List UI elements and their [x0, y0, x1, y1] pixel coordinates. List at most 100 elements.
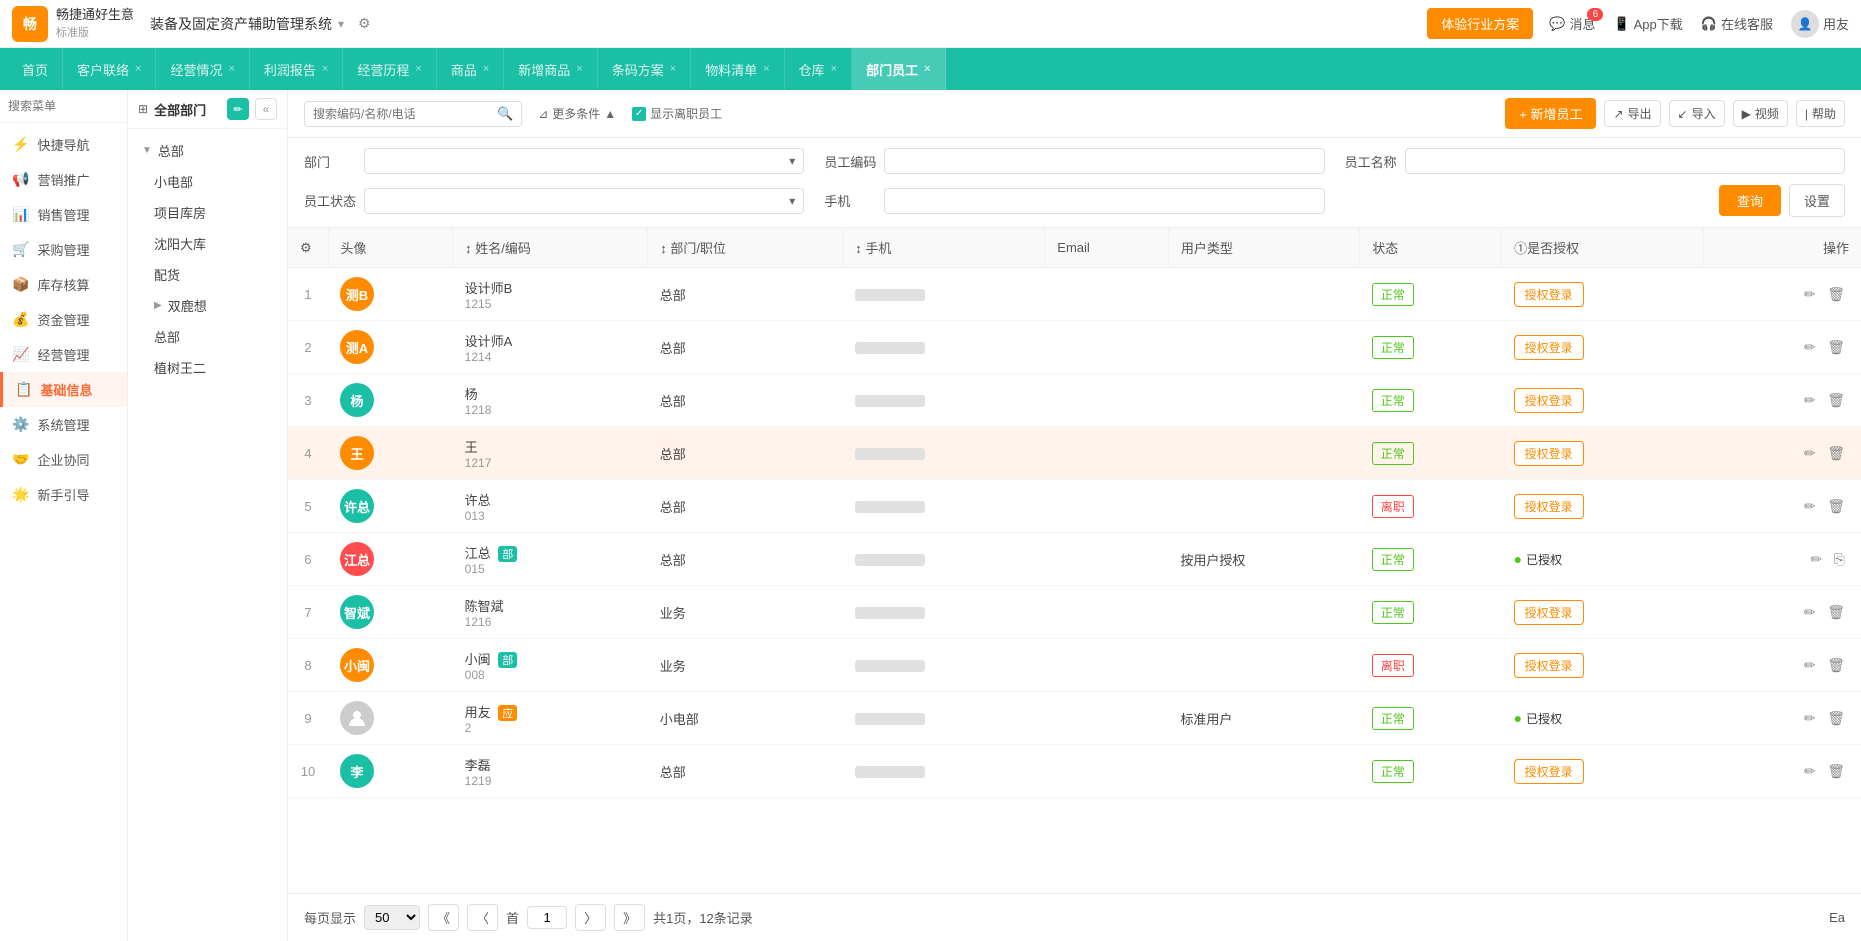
edit-button[interactable]: ✏ [1800, 337, 1820, 358]
first-page-button[interactable]: 《 [428, 904, 459, 931]
emp-status-select[interactable]: ▾ [364, 188, 804, 214]
delete-button[interactable]: 🗑 [1823, 602, 1849, 623]
import-button[interactable]: ↙ 导入 [1669, 100, 1725, 127]
dept-select[interactable]: ▾ [364, 148, 804, 174]
search-input[interactable] [8, 99, 128, 113]
dept-node-xiaodian[interactable]: 小电部 [128, 166, 287, 197]
close-icon[interactable]: × [228, 63, 234, 75]
page-number-input[interactable] [527, 906, 567, 929]
query-button[interactable]: 查询 [1719, 185, 1781, 216]
auth-login-button[interactable]: 授权登录 [1514, 759, 1584, 784]
message-action[interactable]: 💬 消息 6 [1549, 14, 1595, 33]
nav-tab-customer[interactable]: 客户联络 × [63, 48, 156, 90]
sidebar-item-guide[interactable]: 🌟 新手引导 [0, 477, 127, 512]
close-icon[interactable]: × [576, 63, 582, 75]
edit-button[interactable]: ✏ [1800, 390, 1820, 411]
delete-button[interactable]: 🗑 [1823, 496, 1849, 517]
more-conditions-button[interactable]: ⊿ 更多条件 ▲ [530, 101, 624, 126]
dept-edit-button[interactable]: ✏ [227, 98, 249, 120]
per-page-select[interactable]: 50 20 100 [364, 905, 420, 930]
dept-node-zongbu[interactable]: 总部 [128, 321, 287, 352]
nav-tab-goods[interactable]: 商品 × [437, 48, 504, 90]
delete-button[interactable]: 🗑 [1823, 284, 1849, 305]
close-icon[interactable]: × [924, 63, 930, 75]
show-resigned-toggle[interactable]: ✓ 显示离职员工 [632, 105, 722, 122]
close-icon[interactable]: × [831, 63, 837, 75]
phone-input[interactable] [884, 188, 1324, 214]
close-icon[interactable]: × [483, 63, 489, 75]
nav-tab-home[interactable]: 首页 [8, 48, 63, 90]
edit-button[interactable]: ✏ [1800, 602, 1820, 623]
sidebar-item-sales[interactable]: 📊 销售管理 [0, 197, 127, 232]
auth-login-button[interactable]: 授权登录 [1514, 441, 1584, 466]
view-button[interactable]: ▶ 视频 [1733, 100, 1788, 127]
nav-tab-warehouse[interactable]: 仓库 × [785, 48, 852, 90]
edit-button[interactable]: ✏ [1800, 655, 1820, 676]
auth-login-button[interactable]: 授权登录 [1514, 653, 1584, 678]
close-icon[interactable]: × [763, 63, 769, 75]
nav-tab-bom[interactable]: 物料清单 × [691, 48, 784, 90]
last-page-button[interactable]: 》 [614, 904, 645, 931]
dept-node-peihuo[interactable]: 配货 [128, 259, 287, 290]
col-phone[interactable]: ↕ 手机 [843, 228, 1045, 268]
search-input[interactable] [313, 107, 493, 121]
sidebar-item-inventory[interactable]: 📦 库存核算 [0, 267, 127, 302]
col-name-code[interactable]: ↕ 姓名/编码 [453, 228, 648, 268]
col-dept-position[interactable]: ↕ 部门/职位 [648, 228, 843, 268]
dept-node-shuanglu[interactable]: ▶ 双鹿想 [128, 290, 287, 321]
sidebar-item-basic[interactable]: 📋 基础信息 [0, 372, 127, 407]
edit-button[interactable]: ✏ [1800, 708, 1820, 729]
nav-tab-newgoods[interactable]: 新增商品 × [504, 48, 597, 90]
edit-button[interactable]: ✏ [1800, 761, 1820, 782]
dept-node-zongbu-root[interactable]: ▼ 总部 [128, 135, 287, 166]
col-settings[interactable]: ⚙ [288, 228, 328, 268]
delete-button[interactable]: 🗑 [1823, 390, 1849, 411]
auth-login-button[interactable]: 授权登录 [1514, 335, 1584, 360]
delete-button[interactable]: 🗑 [1823, 708, 1849, 729]
trial-button[interactable]: 体验行业方案 [1427, 8, 1533, 39]
nav-tab-operation[interactable]: 经营情况 × [156, 48, 249, 90]
nav-tab-barcode[interactable]: 条码方案 × [598, 48, 691, 90]
chevron-down-icon[interactable]: ▾ [338, 17, 344, 31]
support-action[interactable]: 🎧 在线客服 [1701, 14, 1773, 33]
export-button[interactable]: ↗ 导出 [1604, 100, 1660, 127]
dept-node-shenyang[interactable]: 沈阳大库 [128, 228, 287, 259]
reset-button[interactable]: 设置 [1789, 184, 1845, 217]
add-employee-button[interactable]: + 新增员工 [1505, 98, 1596, 129]
prev-page-button[interactable]: 〈 [467, 904, 498, 931]
dept-node-xiangmu[interactable]: 项目库房 [128, 197, 287, 228]
app-download-action[interactable]: 📱 App下载 [1613, 14, 1682, 33]
settings-icon[interactable]: ⚙ [358, 15, 371, 32]
auth-login-button[interactable]: 授权登录 [1514, 388, 1584, 413]
delete-button[interactable]: 🗑 [1823, 761, 1849, 782]
dept-node-putao[interactable]: 植树王二 [128, 352, 287, 383]
sidebar-item-shortcut[interactable]: ⚡ 快捷导航 [0, 127, 127, 162]
nav-tab-history[interactable]: 经营历程 × [343, 48, 436, 90]
delete-button[interactable]: 🗑 [1823, 655, 1849, 676]
next-page-button[interactable]: 〉 [575, 904, 606, 931]
nav-tab-dept-employee[interactable]: 部门员工 × [852, 48, 945, 90]
auth-login-button[interactable]: 授权登录 [1514, 282, 1584, 307]
close-icon[interactable]: × [322, 63, 328, 75]
sidebar-item-system[interactable]: ⚙️ 系统管理 [0, 407, 127, 442]
edit-button[interactable]: ✏ [1800, 443, 1820, 464]
close-icon[interactable]: × [135, 63, 141, 75]
sidebar-item-finance[interactable]: 💰 资金管理 [0, 302, 127, 337]
emp-code-input[interactable] [884, 148, 1324, 174]
emp-name-input[interactable] [1405, 148, 1845, 174]
delete-button[interactable]: 🗑 [1823, 443, 1849, 464]
auth-login-button[interactable]: 授权登录 [1514, 600, 1584, 625]
help-button[interactable]: | 帮助 [1796, 100, 1845, 127]
edit-button[interactable]: ✏ [1800, 496, 1820, 517]
user-action[interactable]: 👤 用友 [1791, 10, 1849, 38]
close-icon[interactable]: × [670, 63, 676, 75]
sidebar-item-operation[interactable]: 📈 经营管理 [0, 337, 127, 372]
sidebar-item-collab[interactable]: 🤝 企业协同 [0, 442, 127, 477]
sidebar-item-purchase[interactable]: 🛒 采购管理 [0, 232, 127, 267]
copy-button[interactable]: ⎘ [1830, 549, 1849, 570]
delete-button[interactable]: 🗑 [1823, 337, 1849, 358]
sidebar-item-marketing[interactable]: 📢 营销推广 [0, 162, 127, 197]
dept-collapse-button[interactable]: « [255, 98, 277, 120]
edit-button[interactable]: ✏ [1806, 549, 1826, 570]
edit-button[interactable]: ✏ [1800, 284, 1820, 305]
